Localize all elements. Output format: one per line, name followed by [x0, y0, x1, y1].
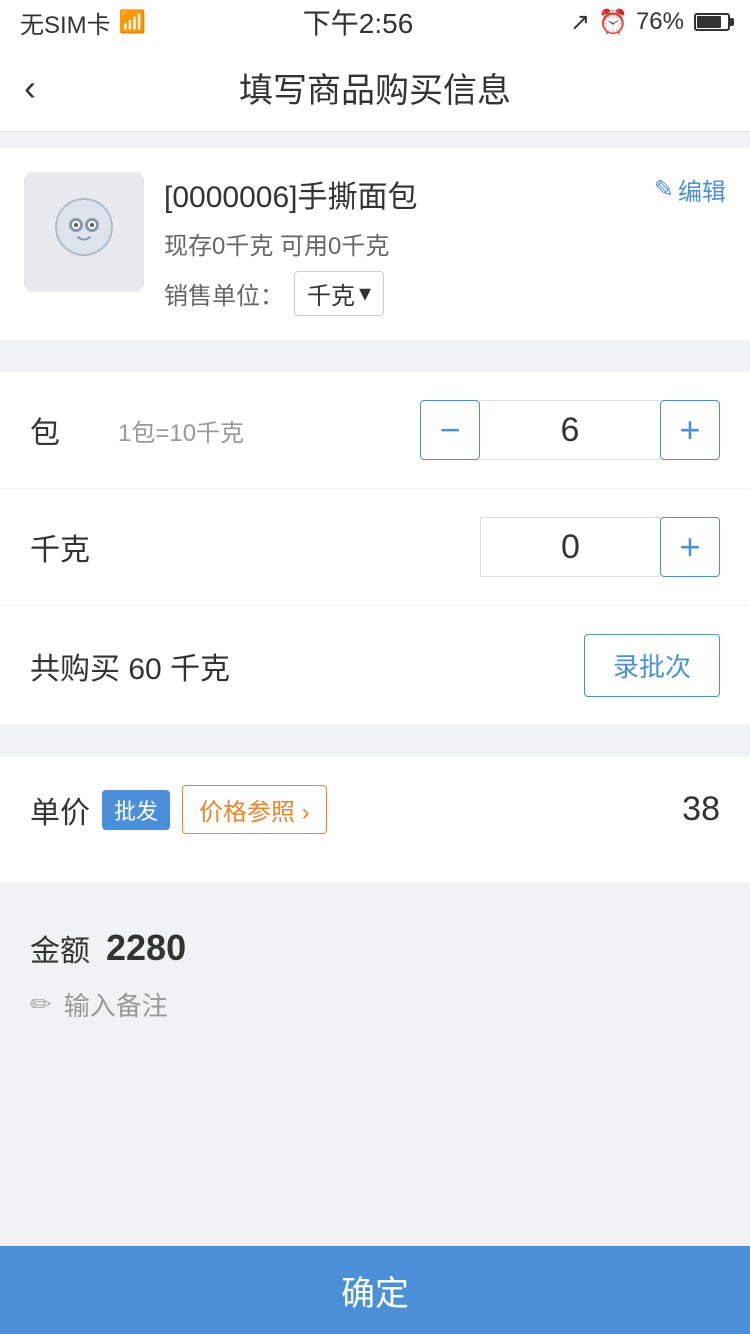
status-left: 无SIM卡 📶: [20, 5, 146, 40]
divider-1: [0, 340, 750, 356]
record-batch-button[interactable]: 录批次: [584, 634, 720, 697]
bao-controls: − +: [420, 400, 720, 460]
note-placeholder: 输入备注: [64, 986, 168, 1023]
kg-quantity-input[interactable]: [480, 517, 660, 577]
kg-label: 千克: [30, 525, 110, 569]
product-unit-row: 销售单位： 千克 ▾: [164, 271, 726, 316]
price-left: 单价 批发 价格参照 ›: [30, 785, 327, 834]
status-right: ↗ ⏰ 76%: [570, 8, 730, 37]
location-icon: ↗: [570, 8, 590, 37]
nav-bar: ‹ 填写商品购买信息: [0, 44, 750, 132]
kg-quantity-row: 千克 +: [0, 489, 750, 606]
note-row[interactable]: ✏ 输入备注: [30, 986, 720, 1023]
edit-icon: ✎: [654, 175, 674, 204]
divider-2: [0, 725, 750, 741]
unit-label: 销售单位：: [164, 276, 284, 311]
bao-label: 包: [30, 408, 110, 452]
bao-hint: 1包=10千克: [118, 413, 420, 448]
total-row: 共购买 60 千克 录批次: [0, 606, 750, 725]
divider-3: [0, 882, 750, 898]
product-stock: 现存0千克 可用0千克: [164, 226, 726, 261]
kg-controls: +: [480, 517, 720, 577]
product-logo: [54, 197, 114, 267]
product-image: [24, 172, 144, 292]
total-label: 共购买 60 千克: [30, 644, 230, 688]
bao-plus-button[interactable]: +: [660, 400, 720, 460]
kg-plus-button[interactable]: +: [660, 517, 720, 577]
carrier-label: 无SIM卡: [20, 5, 111, 40]
battery-label: 76%: [636, 8, 684, 36]
amount-value: 2280: [106, 927, 186, 969]
amount-label: 金额: [30, 926, 90, 970]
edit-button[interactable]: ✎ 编辑: [654, 172, 726, 207]
unit-select[interactable]: 千克 ▾: [294, 271, 384, 316]
unit-dropdown-icon: ▾: [359, 279, 371, 308]
price-label: 单价: [30, 788, 90, 832]
product-info: [0000006]手撕面包 现存0千克 可用0千克 销售单位： 千克 ▾: [164, 172, 726, 316]
amount-row: 金额 2280: [30, 926, 720, 970]
product-name: [0000006]手撕面包: [164, 172, 726, 216]
amount-section: 金额 2280 ✏ 输入备注: [0, 898, 750, 1051]
status-bar: 无SIM卡 📶 下午2:56 ↗ ⏰ 76%: [0, 0, 750, 44]
alarm-icon: ⏰: [598, 8, 628, 37]
wifi-icon: 📶: [119, 9, 146, 35]
unit-value: 千克: [307, 276, 355, 311]
bao-quantity-row: 包 1包=10千克 − +: [0, 372, 750, 489]
confirm-button[interactable]: 确定: [0, 1246, 750, 1334]
edit-label: 编辑: [678, 172, 726, 207]
pencil-icon: ✏: [30, 989, 52, 1020]
product-card: [0000006]手撕面包 现存0千克 可用0千克 销售单位： 千克 ▾ ✎ 编…: [0, 148, 750, 340]
price-row: 单价 批发 价格参照 › 38: [30, 785, 720, 834]
price-reference-button[interactable]: 价格参照 ›: [182, 785, 327, 834]
time-label: 下午2:56: [303, 2, 414, 42]
bao-minus-button[interactable]: −: [420, 400, 480, 460]
bao-quantity-input[interactable]: [480, 400, 660, 460]
back-button[interactable]: ‹: [24, 67, 36, 109]
price-section: 单价 批发 价格参照 › 38: [0, 757, 750, 882]
price-value: 38: [682, 790, 720, 829]
price-tag: 批发: [102, 790, 170, 830]
page-title: 填写商品购买信息: [239, 63, 511, 112]
confirm-label: 确定: [341, 1266, 409, 1315]
battery-icon: [694, 13, 730, 31]
quantity-section: 包 1包=10千克 − + 千克 + 共购买 60 千克 录批次: [0, 372, 750, 725]
